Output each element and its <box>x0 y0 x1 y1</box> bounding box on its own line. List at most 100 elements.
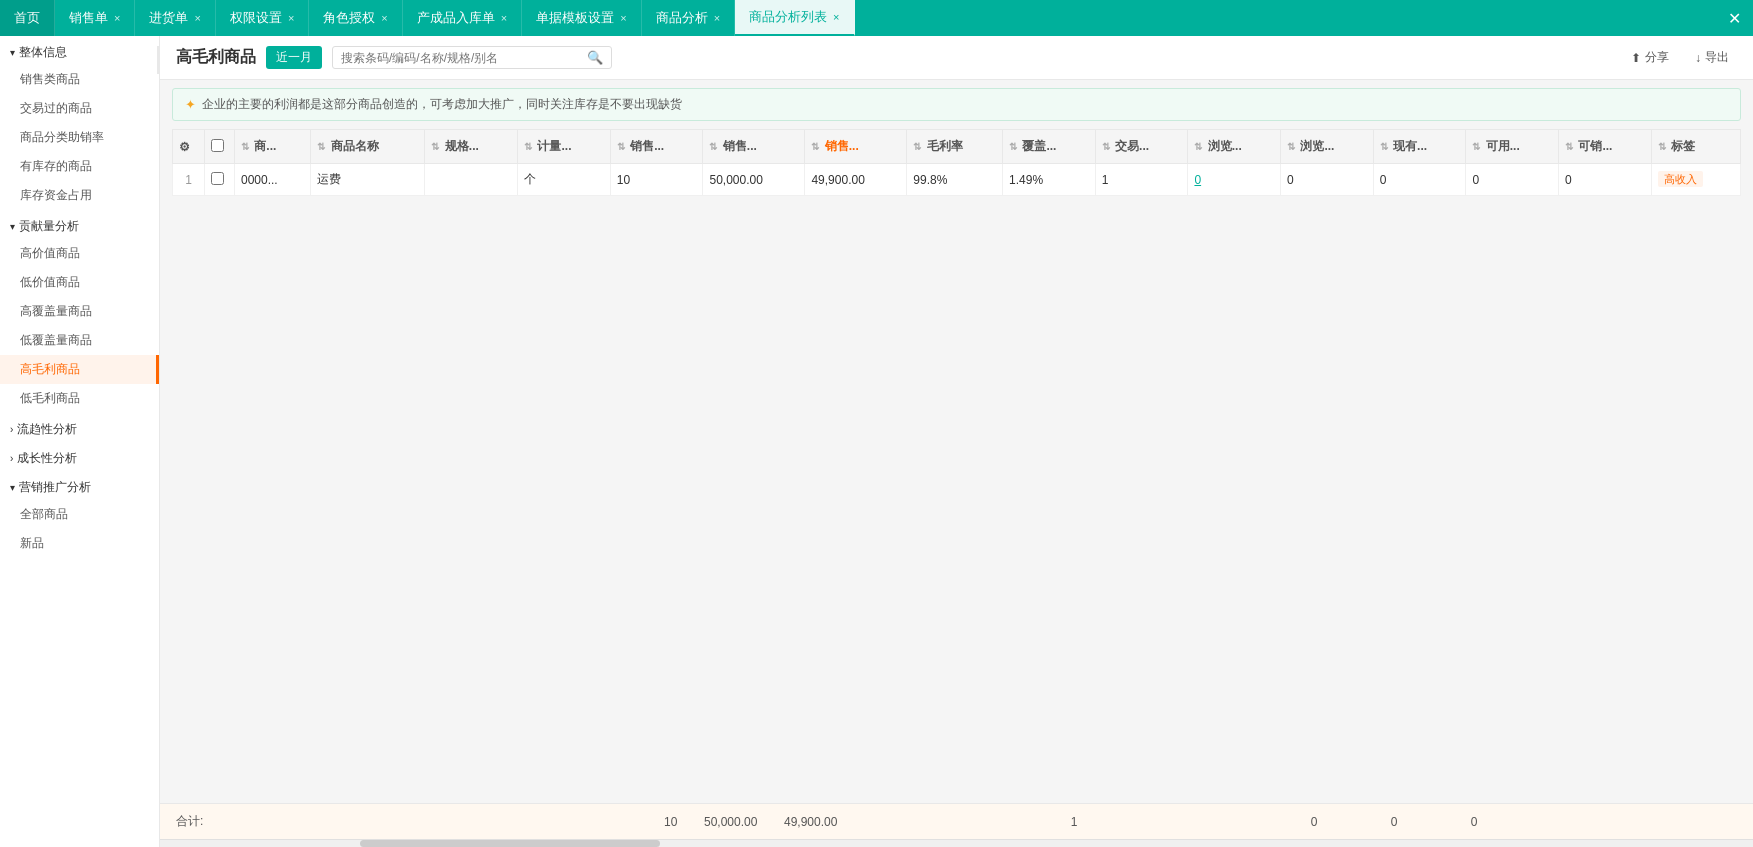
sort-icon: ⇅ <box>241 141 249 152</box>
close-role-auth[interactable]: × <box>381 12 387 24</box>
sort-icon-14: ⇅ <box>1472 141 1480 152</box>
row-spec <box>425 164 518 196</box>
export-button[interactable]: ↓ 导出 <box>1687 46 1737 69</box>
settings-icon[interactable]: ⚙ <box>179 140 190 154</box>
top-navigation: 首页 销售单 × 进货单 × 权限设置 × 角色授权 × 产成品入库单 × 单据… <box>0 0 1753 36</box>
nav-permission-settings[interactable]: 权限设置 × <box>216 0 309 36</box>
row-code: 0000... <box>235 164 311 196</box>
col-unit[interactable]: ⇅ 计量... <box>518 130 611 164</box>
col-browse1[interactable]: ⇅ 浏览... <box>1188 130 1281 164</box>
nav-product-analysis-list[interactable]: 商品分析列表 × <box>735 0 854 36</box>
nav-home[interactable]: 首页 <box>0 0 55 36</box>
col-stock3[interactable]: ⇅ 可销... <box>1559 130 1652 164</box>
table-container[interactable]: ⚙ ⇅ 商... ⇅ 商品名称 <box>160 129 1753 803</box>
scrollbar-thumb[interactable] <box>360 840 660 847</box>
sidebar-item-in-stock-goods[interactable]: 有库存的商品 <box>0 152 159 181</box>
sort-icon-13: ⇅ <box>1380 141 1388 152</box>
sidebar-item-category-rate[interactable]: 商品分类助销率 <box>0 123 159 152</box>
row-name: 运费 <box>311 164 425 196</box>
sidebar-item-traded-goods[interactable]: 交易过的商品 <box>0 94 159 123</box>
table-row[interactable]: 1 0000... 运费 个 10 50,000.00 49,900.00 99… <box>173 164 1741 196</box>
sidebar-item-stock-capital[interactable]: 库存资金占用 <box>0 181 159 210</box>
sidebar-group-growth-analysis[interactable]: › 成长性分析 <box>0 442 159 471</box>
close-product-storage[interactable]: × <box>501 12 507 24</box>
sort-icon-10: ⇅ <box>1102 141 1110 152</box>
sidebar-item-high-value[interactable]: 高价值商品 <box>0 239 159 268</box>
nav-doc-template[interactable]: 单据模板设置 × <box>522 0 641 36</box>
sidebar-item-low-coverage[interactable]: 低覆盖量商品 <box>0 326 159 355</box>
col-trade[interactable]: ⇅ 交易... <box>1095 130 1188 164</box>
col-coverage[interactable]: ⇅ 覆盖... <box>1003 130 1096 164</box>
sidebar-item-high-margin[interactable]: 高毛利商品 <box>0 355 159 384</box>
sidebar-item-all-goods[interactable]: 全部商品 <box>0 500 159 529</box>
col-sales3[interactable]: ⇅ 销售... <box>805 130 907 164</box>
col-tag[interactable]: ⇅ 标签 <box>1651 130 1740 164</box>
sidebar-toggle[interactable]: 《 <box>157 46 160 74</box>
close-product-analysis[interactable]: × <box>714 12 720 24</box>
close-product-analysis-list[interactable]: × <box>833 11 839 23</box>
select-all-checkbox[interactable] <box>211 139 224 152</box>
sort-icon-6: ⇅ <box>709 141 717 152</box>
sidebar-group-contribution-analysis[interactable]: ▾ 贡献量分析 <box>0 210 159 239</box>
nav-product-analysis[interactable]: 商品分析 × <box>642 0 735 36</box>
window-close-button[interactable]: ✕ <box>1728 9 1741 28</box>
page-title: 高毛利商品 <box>176 47 256 68</box>
col-sales1[interactable]: ⇅ 销售... <box>610 130 703 164</box>
nav-product-storage[interactable]: 产成品入库单 × <box>403 0 522 36</box>
table-header-row: ⚙ ⇅ 商... ⇅ 商品名称 <box>173 130 1741 164</box>
col-sales2[interactable]: ⇅ 销售... <box>703 130 805 164</box>
col-code[interactable]: ⇅ 商... <box>235 130 311 164</box>
close-sales-order[interactable]: × <box>114 12 120 24</box>
row-unit: 个 <box>518 164 611 196</box>
col-browse2[interactable]: ⇅ 浏览... <box>1281 130 1374 164</box>
row-checkbox[interactable] <box>205 164 235 196</box>
search-icon[interactable]: 🔍 <box>587 50 603 65</box>
col-stock2[interactable]: ⇅ 可用... <box>1466 130 1559 164</box>
nav-sales-order[interactable]: 销售单 × <box>55 0 135 36</box>
sort-icon-7: ⇅ <box>811 141 819 152</box>
sort-icon-12: ⇅ <box>1287 141 1295 152</box>
row-select-checkbox[interactable] <box>211 172 224 185</box>
tag-badge: 高收入 <box>1658 171 1703 187</box>
search-box: 🔍 <box>332 46 612 69</box>
sidebar-item-high-coverage[interactable]: 高覆盖量商品 <box>0 297 159 326</box>
nav-purchase-order[interactable]: 进货单 × <box>135 0 215 36</box>
sidebar-item-low-value[interactable]: 低价值商品 <box>0 268 159 297</box>
col-stock1[interactable]: ⇅ 现有... <box>1373 130 1466 164</box>
table-footer: 合计: 10 50,000.00 49,900.00 1 0 0 0 <box>160 803 1753 839</box>
row-no: 1 <box>173 164 205 196</box>
col-name[interactable]: ⇅ 商品名称 <box>311 130 425 164</box>
row-stock2: 0 <box>1466 164 1559 196</box>
row-stock3: 0 <box>1559 164 1652 196</box>
horizontal-scrollbar[interactable] <box>160 839 1753 847</box>
content-area: 高毛利商品 近一月 🔍 ⬆ 分享 ↓ 导出 ✦ 企业的主要的利润都是这部分商品创… <box>160 36 1753 847</box>
sort-icon-2: ⇅ <box>317 141 325 152</box>
arrow-icon-4: › <box>10 453 13 464</box>
sidebar-item-sales-goods[interactable]: 销售类商品 <box>0 65 159 94</box>
row-browse1[interactable]: 0 <box>1188 164 1281 196</box>
sidebar: 《 ▾ 整体信息 销售类商品 交易过的商品 商品分类助销率 有库存的商品 库存资… <box>0 36 160 847</box>
col-settings[interactable]: ⚙ <box>173 130 205 164</box>
row-sales3: 49,900.00 <box>805 164 907 196</box>
tip-icon: ✦ <box>185 97 196 112</box>
col-gross-rate[interactable]: ⇅ 毛利率 <box>907 130 1003 164</box>
sort-icon-15: ⇅ <box>1565 141 1573 152</box>
sidebar-group-trend-analysis[interactable]: › 流趋性分析 <box>0 413 159 442</box>
sidebar-group-overall-info[interactable]: ▾ 整体信息 <box>0 36 159 65</box>
close-permission-settings[interactable]: × <box>288 12 294 24</box>
sidebar-item-new-goods[interactable]: 新品 <box>0 529 159 558</box>
arrow-icon: ▾ <box>10 47 15 58</box>
info-bar: ✦ 企业的主要的利润都是这部分商品创造的，可考虑加大推广，同时关注库存是不要出现… <box>172 88 1741 121</box>
sidebar-group-marketing-analysis[interactable]: ▾ 营销推广分析 <box>0 471 159 500</box>
close-purchase-order[interactable]: × <box>194 12 200 24</box>
col-spec[interactable]: ⇅ 规格... <box>425 130 518 164</box>
date-filter-button[interactable]: 近一月 <box>266 46 322 69</box>
share-button[interactable]: ⬆ 分享 <box>1623 46 1677 69</box>
export-icon: ↓ <box>1695 51 1701 65</box>
sidebar-item-low-margin[interactable]: 低毛利商品 <box>0 384 159 413</box>
close-doc-template[interactable]: × <box>620 12 626 24</box>
sort-icon-16: ⇅ <box>1658 141 1666 152</box>
search-input[interactable] <box>341 51 587 65</box>
nav-role-auth[interactable]: 角色授权 × <box>309 0 402 36</box>
arrow-icon-5: ▾ <box>10 482 15 493</box>
